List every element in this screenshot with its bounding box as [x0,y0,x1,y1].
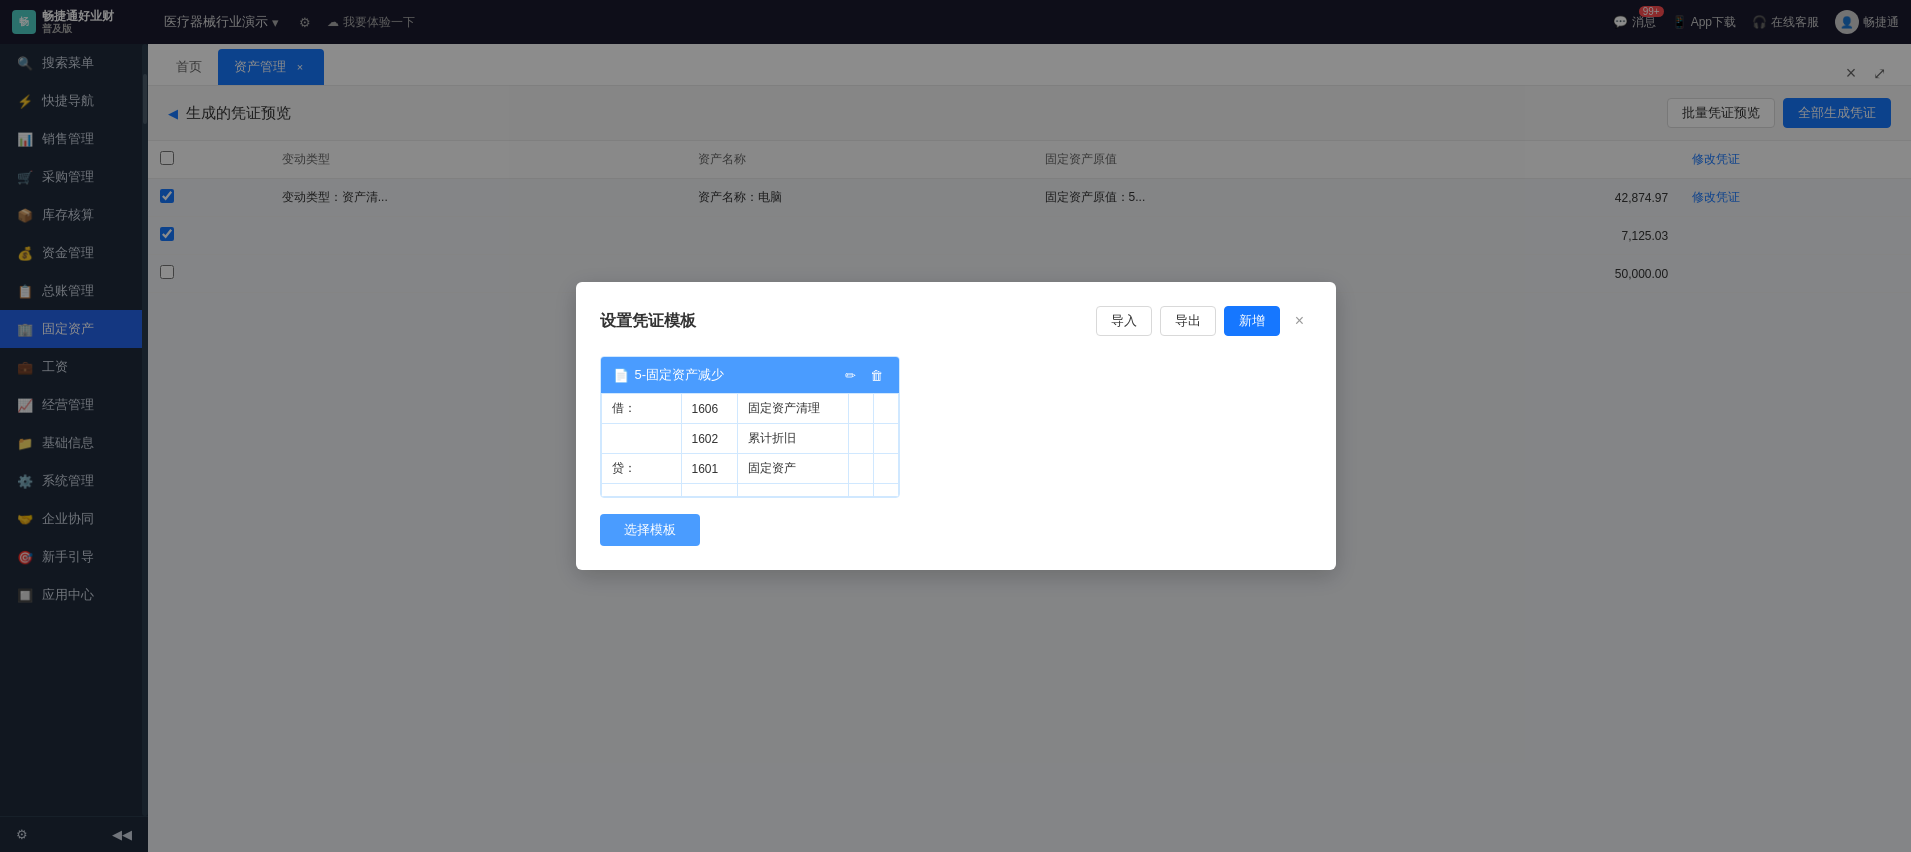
entry-code-0: 1606 [681,394,738,424]
template-entry-row [601,484,898,497]
template-delete-icon[interactable]: 🗑 [867,365,887,385]
dialog-close-button[interactable]: × [1288,309,1312,333]
export-button[interactable]: 导出 [1160,306,1216,336]
entry-credit-1 [873,424,898,454]
set-voucher-template-dialog: 设置凭证模板 导入 导出 新增 × 📄 5-固定资产减少 ✏ 🗑 [576,282,1336,570]
entry-debit-0 [848,394,873,424]
entry-debit-2 [848,454,873,484]
template-card-header: 📄 5-固定资产减少 ✏ 🗑 [601,357,899,393]
dialog-actions: 导入 导出 新增 [1096,306,1280,336]
entry-code-3 [681,484,738,497]
template-entries-table: 借： 1606 固定资产清理 1602 累计折旧 贷： 1601 固定资产 [601,393,899,497]
import-button[interactable]: 导入 [1096,306,1152,336]
select-template-button[interactable]: 选择模板 [600,514,700,546]
entry-code-2: 1601 [681,454,738,484]
dialog-header: 设置凭证模板 导入 导出 新增 × [600,306,1312,336]
entry-code-1: 1602 [681,424,738,454]
entry-account-3 [738,484,848,497]
template-entry-row: 1602 累计折旧 [601,424,898,454]
new-template-button[interactable]: 新增 [1224,306,1280,336]
template-edit-icon[interactable]: ✏ [841,365,861,385]
template-entry-row: 借： 1606 固定资产清理 [601,394,898,424]
entry-debit-1 [848,424,873,454]
template-card-actions: ✏ 🗑 [841,365,887,385]
entry-side-3 [601,484,681,497]
entry-side-1 [601,424,681,454]
template-card-title: 📄 5-固定资产减少 [613,366,725,384]
template-doc-icon: 📄 [613,368,629,383]
entry-credit-3 [873,484,898,497]
dialog-overlay: 设置凭证模板 导入 导出 新增 × 📄 5-固定资产减少 ✏ 🗑 [0,0,1911,852]
entry-side-0: 借： [601,394,681,424]
entry-credit-2 [873,454,898,484]
dialog-title: 设置凭证模板 [600,311,696,332]
entry-debit-3 [848,484,873,497]
entry-account-1: 累计折旧 [738,424,848,454]
entry-side-2: 贷： [601,454,681,484]
entry-account-2: 固定资产 [738,454,848,484]
entry-account-0: 固定资产清理 [738,394,848,424]
entry-credit-0 [873,394,898,424]
template-card: 📄 5-固定资产减少 ✏ 🗑 借： 1606 固定资产清理 1602 累计折旧 … [600,356,900,498]
template-entry-row: 贷： 1601 固定资产 [601,454,898,484]
